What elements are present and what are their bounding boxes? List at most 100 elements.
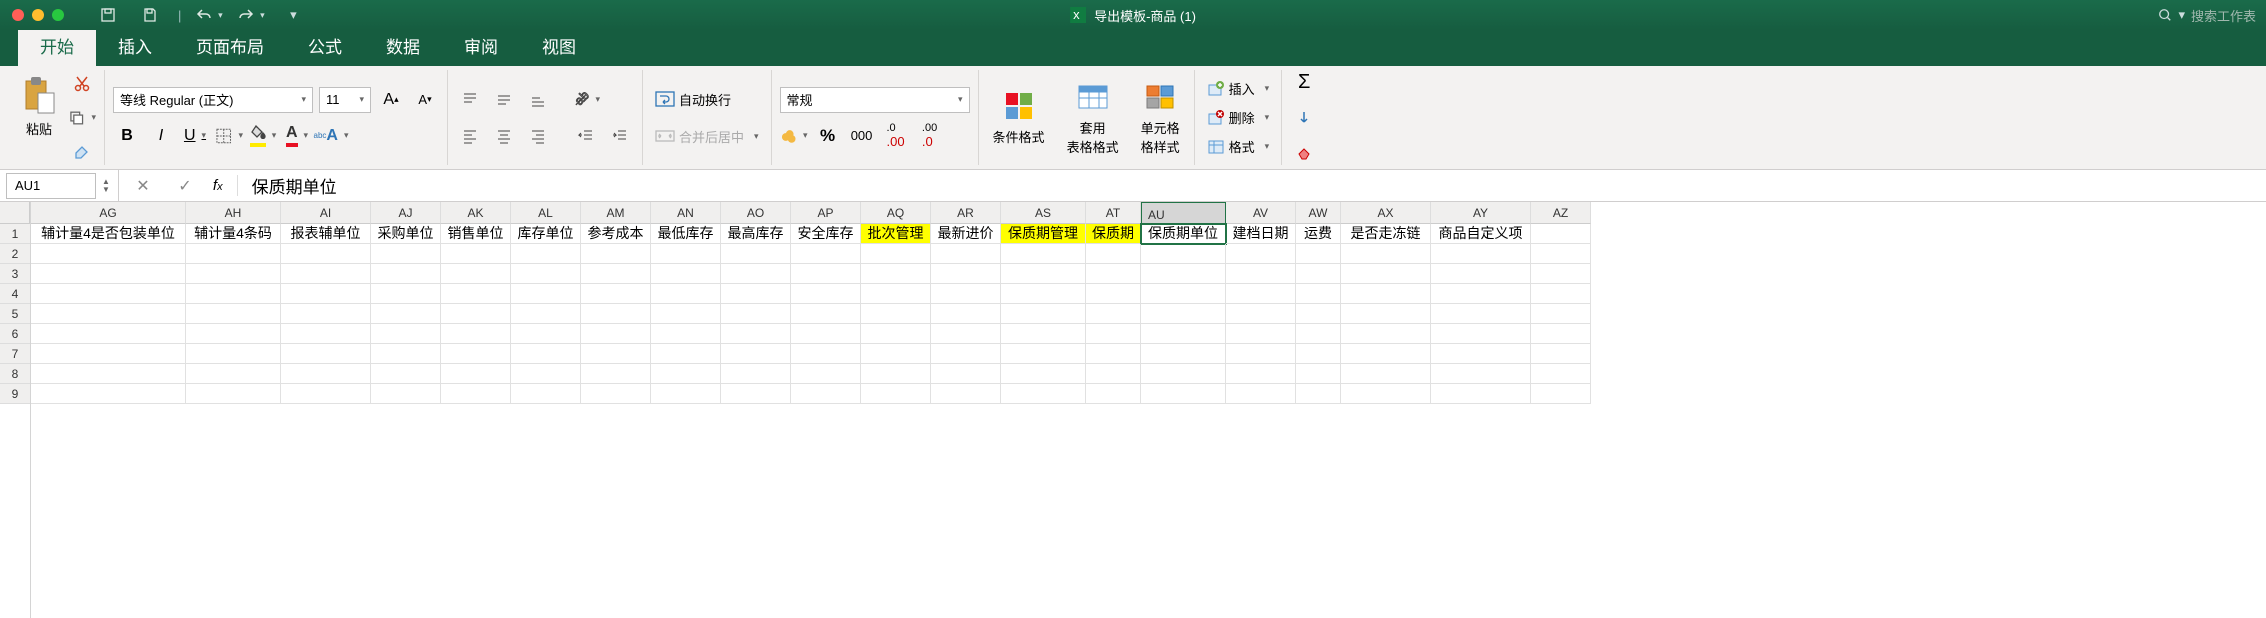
cell[interactable] <box>511 324 581 344</box>
cell[interactable] <box>861 304 931 324</box>
row-header[interactable]: 4 <box>0 284 30 304</box>
cell[interactable] <box>1086 304 1141 324</box>
insert-cells-button[interactable]: 插入▾ <box>1203 77 1274 100</box>
column-header[interactable]: AX <box>1341 202 1431 224</box>
cell[interactable] <box>791 284 861 304</box>
tab-page-layout[interactable]: 页面布局 <box>174 25 286 66</box>
cell[interactable] <box>1531 384 1591 404</box>
cell[interactable] <box>1086 324 1141 344</box>
cell[interactable] <box>1296 324 1341 344</box>
cell[interactable] <box>1001 384 1086 404</box>
cell[interactable] <box>186 304 281 324</box>
cell[interactable] <box>31 364 186 384</box>
cell[interactable] <box>581 304 651 324</box>
cell[interactable] <box>371 324 441 344</box>
cell[interactable] <box>1086 344 1141 364</box>
cell[interactable] <box>1226 384 1296 404</box>
cell[interactable] <box>281 244 371 264</box>
column-header[interactable]: AQ <box>861 202 931 224</box>
cell[interactable] <box>511 244 581 264</box>
cell[interactable] <box>1226 364 1296 384</box>
cell[interactable] <box>31 304 186 324</box>
cell[interactable]: 最新进价 <box>931 224 1001 244</box>
cell[interactable]: 建档日期 <box>1226 224 1296 244</box>
cell[interactable] <box>1141 304 1226 324</box>
cell[interactable] <box>721 264 791 284</box>
cell[interactable] <box>721 384 791 404</box>
cell[interactable] <box>931 344 1001 364</box>
cell[interactable] <box>511 304 581 324</box>
format-painter-icon[interactable] <box>68 139 96 165</box>
cell[interactable] <box>371 284 441 304</box>
cell[interactable]: 保质期管理 <box>1001 224 1086 244</box>
cell[interactable] <box>651 384 721 404</box>
column-header[interactable]: AK <box>441 202 511 224</box>
cell[interactable] <box>371 344 441 364</box>
cell[interactable] <box>581 284 651 304</box>
column-header[interactable]: AO <box>721 202 791 224</box>
cell[interactable] <box>651 284 721 304</box>
column-header[interactable]: AW <box>1296 202 1341 224</box>
cell[interactable] <box>281 384 371 404</box>
cell[interactable] <box>721 344 791 364</box>
number-format-select[interactable]: 常规▾ <box>780 87 970 113</box>
minimize-window-button[interactable] <box>32 9 44 21</box>
fx-icon[interactable]: fx <box>213 177 223 194</box>
tab-review[interactable]: 审阅 <box>442 25 520 66</box>
cell[interactable] <box>511 284 581 304</box>
phonetic-button[interactable]: abcA▾ <box>317 123 345 149</box>
cell[interactable] <box>281 304 371 324</box>
column-header[interactable]: AJ <box>371 202 441 224</box>
column-header[interactable]: AS <box>1001 202 1086 224</box>
cell[interactable] <box>441 344 511 364</box>
wrap-text-button[interactable]: 自动换行 <box>651 88 763 111</box>
underline-button[interactable]: U▾ <box>181 123 209 149</box>
cell[interactable] <box>281 364 371 384</box>
cell[interactable] <box>371 384 441 404</box>
row-header[interactable]: 6 <box>0 324 30 344</box>
fill-icon[interactable] <box>1290 105 1318 130</box>
align-middle-icon[interactable] <box>490 87 518 113</box>
cell[interactable] <box>861 364 931 384</box>
cell[interactable] <box>861 264 931 284</box>
cell[interactable] <box>371 244 441 264</box>
row-header[interactable]: 5 <box>0 304 30 324</box>
tab-data[interactable]: 数据 <box>364 25 442 66</box>
cell[interactable] <box>1531 244 1591 264</box>
cell[interactable] <box>186 284 281 304</box>
cell[interactable] <box>441 264 511 284</box>
cell[interactable] <box>721 324 791 344</box>
cell[interactable]: 销售单位 <box>441 224 511 244</box>
cell[interactable] <box>1341 244 1431 264</box>
cell[interactable] <box>31 284 186 304</box>
cell[interactable] <box>1341 344 1431 364</box>
cell[interactable] <box>1531 264 1591 284</box>
cell[interactable] <box>1431 284 1531 304</box>
cell[interactable] <box>31 264 186 284</box>
cell[interactable] <box>1141 384 1226 404</box>
cell[interactable] <box>1296 384 1341 404</box>
cell[interactable] <box>1531 304 1591 324</box>
cell[interactable] <box>791 304 861 324</box>
cut-icon[interactable] <box>68 71 96 97</box>
conditional-format-button[interactable]: 条件格式 <box>987 85 1051 150</box>
cell[interactable] <box>581 324 651 344</box>
cell[interactable] <box>791 384 861 404</box>
cell[interactable] <box>511 364 581 384</box>
cell[interactable] <box>1531 364 1591 384</box>
cell[interactable] <box>441 284 511 304</box>
row-header[interactable]: 8 <box>0 364 30 384</box>
cell[interactable] <box>371 364 441 384</box>
cell[interactable] <box>186 324 281 344</box>
cell-styles-button[interactable]: 单元格 格样式 <box>1135 76 1186 160</box>
align-bottom-icon[interactable] <box>524 87 552 113</box>
cell[interactable] <box>1296 264 1341 284</box>
decrease-font-icon[interactable]: A▾ <box>411 87 439 113</box>
column-header[interactable]: AV <box>1226 202 1296 224</box>
row-header[interactable]: 2 <box>0 244 30 264</box>
cell[interactable] <box>651 304 721 324</box>
cell[interactable] <box>1431 344 1531 364</box>
cell[interactable] <box>931 304 1001 324</box>
column-header[interactable]: AR <box>931 202 1001 224</box>
cell[interactable]: 商品自定义项 <box>1431 224 1531 244</box>
